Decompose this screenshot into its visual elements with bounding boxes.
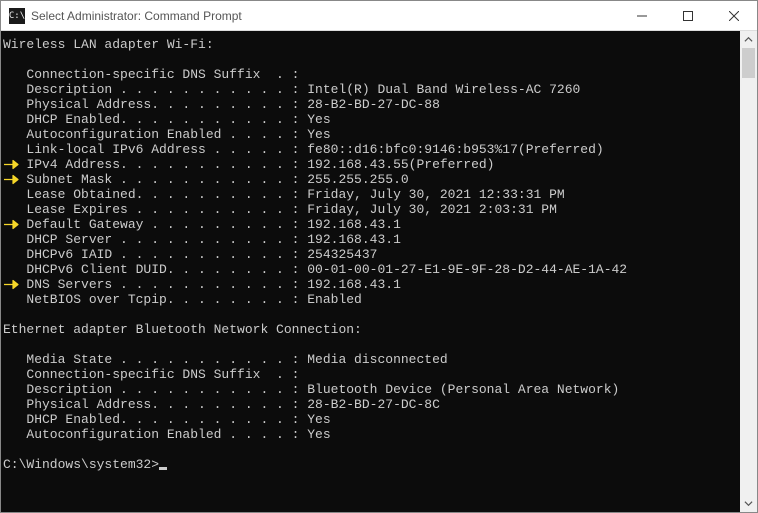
cmd-icon: C:\: [9, 8, 25, 24]
output-line: Connection-specific DNS Suffix . :: [3, 67, 757, 82]
output-line: Connection-specific DNS Suffix . :: [3, 367, 757, 382]
line-label: Connection-specific DNS Suffix . :: [3, 67, 299, 82]
output-line: Autoconfiguration Enabled . . . . : Yes: [3, 427, 757, 442]
output-line: DHCP Enabled. . . . . . . . . . . : Yes: [3, 412, 757, 427]
line-value: 192.168.43.1: [299, 232, 400, 247]
line-label: NetBIOS over Tcpip. . . . . . . . :: [3, 292, 299, 307]
output-line: Media State . . . . . . . . . . . : Medi…: [3, 352, 757, 367]
adapter-header: Wireless LAN adapter Wi-Fi:: [3, 37, 757, 52]
line-value: 192.168.43.55(Preferred): [299, 157, 494, 172]
line-value: 192.168.43.1: [299, 217, 400, 232]
line-label: Autoconfiguration Enabled . . . . :: [3, 127, 299, 142]
line-label: DHCP Enabled. . . . . . . . . . . :: [3, 112, 299, 127]
output-line: Physical Address. . . . . . . . . : 28-B…: [3, 397, 757, 412]
blank-line: [3, 442, 757, 457]
output-line: DHCPv6 Client DUID. . . . . . . . : 00-0…: [3, 262, 757, 277]
output-line: Autoconfiguration Enabled . . . . : Yes: [3, 127, 757, 142]
line-value: Bluetooth Device (Personal Area Network): [299, 382, 619, 397]
output-line: Link-local IPv6 Address . . . . . : fe80…: [3, 142, 757, 157]
highlight-arrow-icon: [3, 277, 25, 292]
output-line: Description . . . . . . . . . . . : Inte…: [3, 82, 757, 97]
output-line: NetBIOS over Tcpip. . . . . . . . : Enab…: [3, 292, 757, 307]
line-label: DHCPv6 Client DUID. . . . . . . . :: [3, 262, 299, 277]
line-label: Default Gateway . . . . . . . . . :: [3, 217, 299, 232]
line-value: Media disconnected: [299, 352, 447, 367]
console-area[interactable]: Wireless LAN adapter Wi-Fi: Connection-s…: [1, 31, 757, 512]
line-value: Yes: [299, 112, 330, 127]
line-value: Friday, July 30, 2021 12:33:31 PM: [299, 187, 564, 202]
line-label: Lease Expires . . . . . . . . . . :: [3, 202, 299, 217]
line-value: Friday, July 30, 2021 2:03:31 PM: [299, 202, 556, 217]
line-label: DHCP Server . . . . . . . . . . . :: [3, 232, 299, 247]
blank-line: [3, 337, 757, 352]
line-label: Physical Address. . . . . . . . . :: [3, 397, 299, 412]
output-line: IPv4 Address. . . . . . . . . . . : 192.…: [3, 157, 757, 172]
line-value: 254325437: [299, 247, 377, 262]
prompt-line[interactable]: C:\Windows\system32>: [3, 457, 757, 472]
line-value: 00-01-00-01-27-E1-9E-9F-28-D2-44-AE-1A-4…: [299, 262, 627, 277]
line-value: 28-B2-BD-27-DC-8C: [299, 397, 439, 412]
line-label: IPv4 Address. . . . . . . . . . . :: [3, 157, 299, 172]
minimize-button[interactable]: [619, 1, 665, 31]
output-line: DHCP Enabled. . . . . . . . . . . : Yes: [3, 112, 757, 127]
line-value: 192.168.43.1: [299, 277, 400, 292]
blank-line: [3, 307, 757, 322]
scrollbar[interactable]: [740, 31, 757, 512]
prompt-text: C:\Windows\system32>: [3, 457, 159, 472]
line-value: 28-B2-BD-27-DC-88: [299, 97, 439, 112]
highlight-arrow-icon: [3, 172, 25, 187]
line-value: Yes: [299, 427, 330, 442]
output-line: Lease Expires . . . . . . . . . . : Frid…: [3, 202, 757, 217]
close-button[interactable]: [711, 1, 757, 31]
output-line: DHCPv6 IAID . . . . . . . . . . . : 2543…: [3, 247, 757, 262]
line-label: Lease Obtained. . . . . . . . . . :: [3, 187, 299, 202]
line-value: Yes: [299, 127, 330, 142]
titlebar[interactable]: C:\ Select Administrator: Command Prompt: [1, 1, 757, 31]
line-label: Autoconfiguration Enabled . . . . :: [3, 427, 299, 442]
window-title: Select Administrator: Command Prompt: [31, 9, 619, 23]
line-label: Description . . . . . . . . . . . :: [3, 82, 299, 97]
scroll-up-icon[interactable]: [740, 31, 757, 48]
line-label: Subnet Mask . . . . . . . . . . . :: [3, 172, 299, 187]
highlight-arrow-icon: [3, 217, 25, 232]
line-value: Intel(R) Dual Band Wireless-AC 7260: [299, 82, 580, 97]
line-label: Physical Address. . . . . . . . . :: [3, 97, 299, 112]
output-line: Physical Address. . . . . . . . . : 28-B…: [3, 97, 757, 112]
line-value: 255.255.255.0: [299, 172, 408, 187]
line-label: DNS Servers . . . . . . . . . . . :: [3, 277, 299, 292]
blank-line: [3, 52, 757, 67]
output-line: Description . . . . . . . . . . . : Blue…: [3, 382, 757, 397]
maximize-button[interactable]: [665, 1, 711, 31]
line-label: Link-local IPv6 Address . . . . . :: [3, 142, 299, 157]
output-line: DHCP Server . . . . . . . . . . . : 192.…: [3, 232, 757, 247]
output-line: Default Gateway . . . . . . . . . : 192.…: [3, 217, 757, 232]
output-line: Subnet Mask . . . . . . . . . . . : 255.…: [3, 172, 757, 187]
adapter-header: Ethernet adapter Bluetooth Network Conne…: [3, 322, 757, 337]
line-value: Yes: [299, 412, 330, 427]
scroll-thumb[interactable]: [742, 48, 755, 78]
line-value: fe80::d16:bfc0:9146:b953%17(Preferred): [299, 142, 603, 157]
line-label: Description . . . . . . . . . . . :: [3, 382, 299, 397]
scroll-down-icon[interactable]: [740, 495, 757, 512]
cursor: [159, 467, 167, 470]
line-label: Media State . . . . . . . . . . . :: [3, 352, 299, 367]
window-controls: [619, 1, 757, 30]
line-label: DHCP Enabled. . . . . . . . . . . :: [3, 412, 299, 427]
highlight-arrow-icon: [3, 157, 25, 172]
line-label: Connection-specific DNS Suffix . :: [3, 367, 299, 382]
line-value: Enabled: [299, 292, 361, 307]
line-label: DHCPv6 IAID . . . . . . . . . . . :: [3, 247, 299, 262]
output-line: Lease Obtained. . . . . . . . . . : Frid…: [3, 187, 757, 202]
output-line: DNS Servers . . . . . . . . . . . : 192.…: [3, 277, 757, 292]
